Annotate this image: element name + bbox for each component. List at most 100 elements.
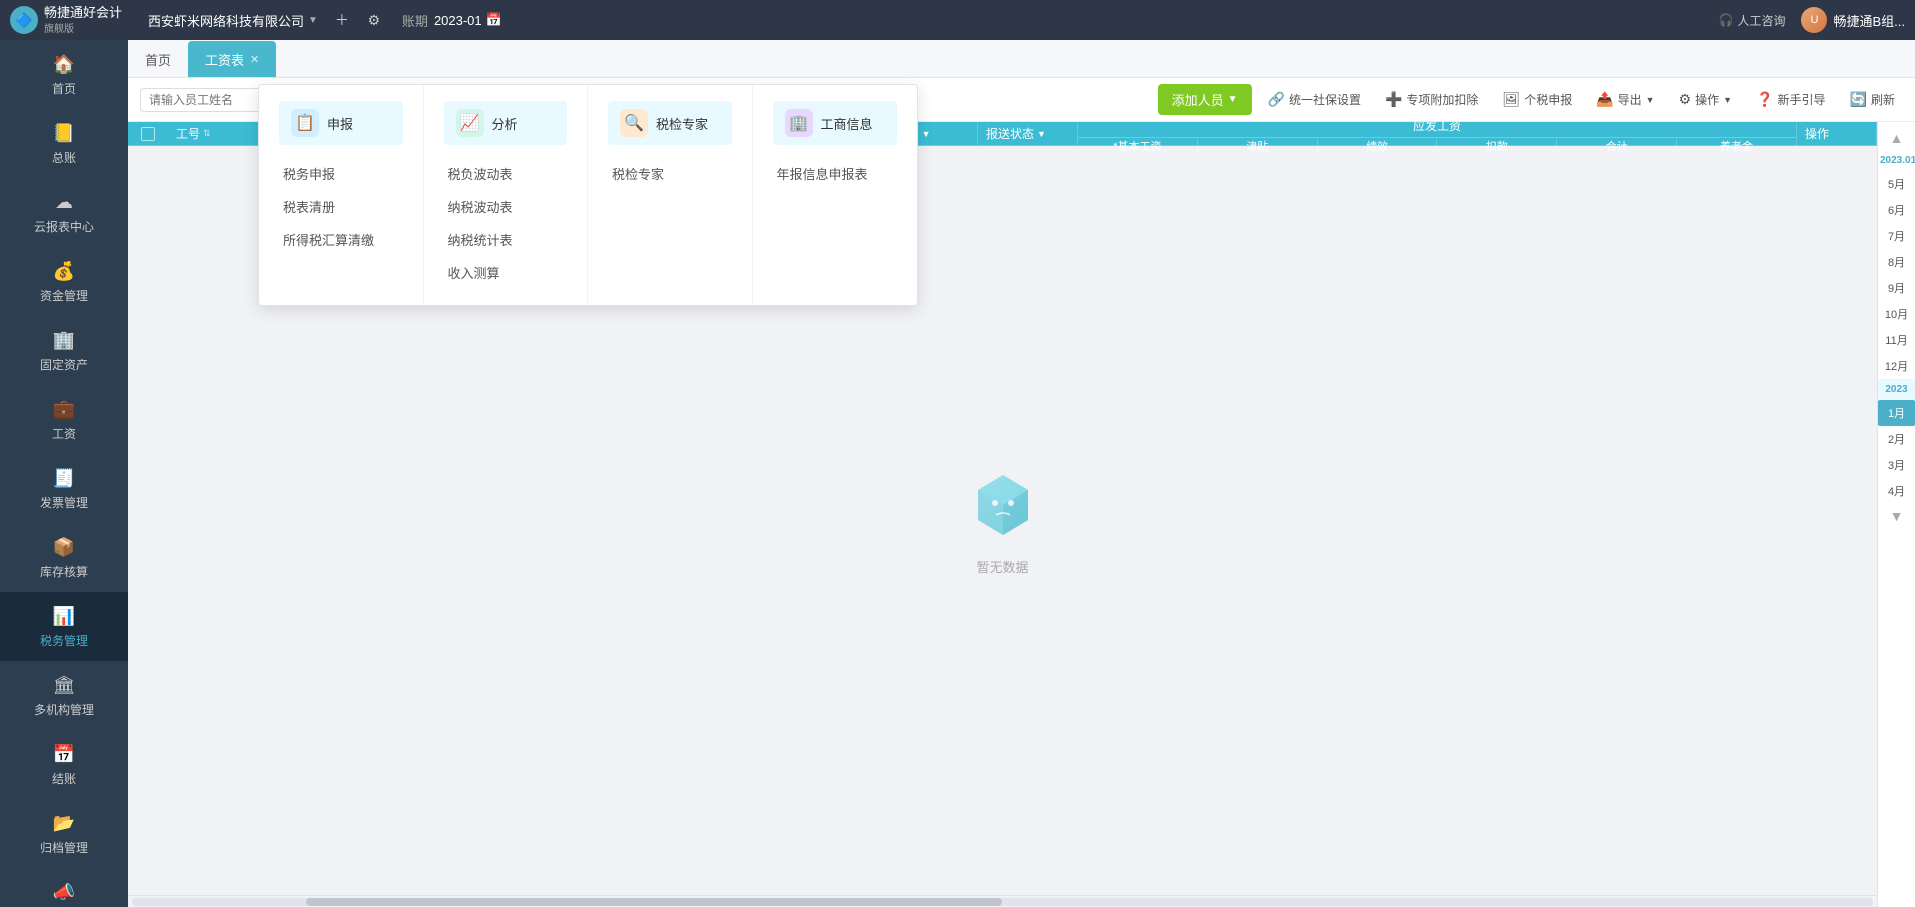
export-btn[interactable]: 📤 导出 ▼ (1588, 87, 1662, 112)
period-area: 账期 2023-01 📅 (402, 11, 502, 30)
popup-col-business: 🏢 工商信息 年报信息申报表 (753, 85, 918, 305)
month-item-10[interactable]: 10月 (1878, 301, 1915, 327)
sidebar-item-multi[interactable]: 🏛 多机构管理 (0, 661, 128, 730)
month-nav-down[interactable]: ▼ (1886, 504, 1908, 528)
tab-home[interactable]: 首页 (128, 41, 188, 77)
month-item-12[interactable]: 12月 (1878, 353, 1915, 379)
popup-item-tax-report[interactable]: 税务申报 (279, 157, 403, 190)
th-action: 操作 (1797, 122, 1877, 145)
home-icon: 🏠 (52, 52, 76, 76)
month-item-11[interactable]: 11月 (1878, 327, 1915, 353)
popup-item-tax-table[interactable]: 税表清册 (279, 190, 403, 223)
period-label: 账期 (402, 11, 428, 30)
expert-title: 税检专家 (656, 114, 708, 133)
sidebar-item-funds[interactable]: 💰 资金管理 (0, 247, 128, 316)
month-item-5[interactable]: 5月 (1878, 171, 1915, 197)
month-item-7[interactable]: 7月 (1878, 223, 1915, 249)
operation-dropdown-icon: ▼ (1723, 95, 1732, 105)
emp-no-sort[interactable]: ⇅ (203, 128, 211, 139)
tab-payroll[interactable]: 工资表 ✕ (188, 41, 276, 77)
operation-btn[interactable]: ⚙ 操作 ▼ (1671, 87, 1741, 112)
main-layout: 🏠 首页 📒 总账 ☁ 云报表中心 💰 资金管理 🏢 固定资产 💼 工资 🧾 发… (0, 40, 1915, 907)
month-item-3[interactable]: 3月 (1878, 452, 1915, 478)
popup-item-annual-report[interactable]: 年报信息申报表 (773, 157, 898, 190)
h-scrollbar[interactable] (128, 895, 1877, 907)
report-filter-icon[interactable]: ▼ (1037, 129, 1046, 139)
th-checkbox-cell (128, 127, 168, 141)
export-icon: 📤 (1596, 91, 1613, 108)
sidebar-item-ledger[interactable]: 📒 总账 (0, 109, 128, 178)
add-person-label: 添加人员 (1172, 90, 1224, 109)
popup-item-tax-wave[interactable]: 纳税波动表 (444, 190, 568, 223)
special-icon: ➕ (1385, 91, 1402, 108)
service-btn[interactable]: 🎧 人工咨询 (1719, 12, 1786, 29)
export-dropdown-icon: ▼ (1646, 95, 1655, 105)
sidebar-item-home[interactable]: 🏠 首页 (0, 40, 128, 109)
popup-item-tax-stats[interactable]: 纳税统计表 (444, 223, 568, 256)
calendar-icon[interactable]: 📅 (486, 12, 502, 28)
sidebar-item-salary[interactable]: 💼 工资 (0, 385, 128, 454)
guide-btn[interactable]: ❓ 新手引导 (1748, 87, 1833, 112)
th-emp-no-label: 工号 (176, 125, 200, 142)
sidebar-item-assets[interactable]: 🏢 固定资产 (0, 316, 128, 385)
refresh-btn[interactable]: 🔄 刷新 (1842, 87, 1903, 112)
sidebar-item-close[interactable]: 📅 结账 (0, 730, 128, 799)
status-filter-icon[interactable]: ▼ (922, 129, 931, 139)
header-actions: ＋ ⚙ (330, 8, 386, 32)
tax-label: 个税申报 (1524, 91, 1572, 108)
month-nav-up[interactable]: ▲ (1886, 126, 1908, 150)
popup-item-income-calc[interactable]: 收入测算 (444, 256, 568, 289)
popup-item-income-settle[interactable]: 所得税汇算清缴 (279, 223, 403, 256)
business-title: 工商信息 (821, 114, 873, 133)
sidebar-item-cloud[interactable]: ☁ 云报表中心 (0, 178, 128, 247)
promo-icon: 📣 (52, 880, 76, 904)
social-insurance-btn[interactable]: 🔗 统一社保设置 (1260, 87, 1369, 112)
refresh-icon: 🔄 (1850, 91, 1867, 108)
sidebar-label-home: 首页 (52, 80, 76, 97)
declaration-icon: 📋 (291, 109, 319, 137)
popup-grid: 📋 申报 税务申报 税表清册 所得税汇算清缴 📈 分析 税负波动表 纳税波动表 … (259, 85, 917, 305)
tax-icon: 📊 (52, 604, 76, 628)
month-item-2[interactable]: 2月 (1878, 426, 1915, 452)
month-item-9[interactable]: 9月 (1878, 275, 1915, 301)
add-dropdown-arrow: ▼ (1228, 94, 1238, 105)
add-person-button[interactable]: 添加人员 ▼ (1158, 84, 1252, 115)
settings-icon[interactable]: ⚙ (362, 8, 386, 32)
popup-section-analysis-header: 📈 分析 (444, 101, 568, 145)
popup-item-tax-burden[interactable]: 税负波动表 (444, 157, 568, 190)
company-selector[interactable]: 西安虾米网络科技有限公司 ▼ (148, 11, 318, 30)
tab-close-icon[interactable]: ✕ (250, 53, 259, 66)
th-emp-no: 工号 ⇅ (168, 122, 268, 145)
operation-icon: ⚙ (1679, 91, 1692, 108)
sidebar-label-assets: 固定资产 (40, 356, 88, 373)
logo-area: 🔷 畅捷通好会计 旗舰版 (10, 5, 138, 36)
multi-icon: 🏛 (52, 673, 76, 697)
add-company-icon[interactable]: ＋ (330, 8, 354, 32)
special-deduct-btn[interactable]: ➕ 专项附加扣除 (1377, 87, 1486, 112)
logo-text-wrap: 畅捷通好会计 旗舰版 (44, 5, 122, 36)
user-name: 畅捷通B组... (1833, 11, 1905, 30)
select-all-checkbox[interactable] (141, 127, 155, 141)
month-item-6[interactable]: 6月 (1878, 197, 1915, 223)
user-area[interactable]: U 畅捷通B组... (1801, 7, 1905, 33)
headset-icon: 🎧 (1719, 13, 1734, 27)
sidebar-label-invoice: 发票管理 (40, 494, 88, 511)
th-report-label: 报送状态 (986, 125, 1034, 142)
archive-icon: 📂 (52, 811, 76, 835)
popup-col-analysis: 📈 分析 税负波动表 纳税波动表 纳税统计表 收入测算 (424, 85, 589, 305)
social-icon: 🔗 (1268, 91, 1285, 108)
month-item-4[interactable]: 4月 (1878, 478, 1915, 504)
analysis-icon: 📈 (456, 109, 484, 137)
sidebar-item-archive[interactable]: 📂 归档管理 (0, 799, 128, 868)
tax-report-btn[interactable]: 🖼 个税申报 (1494, 87, 1580, 112)
month-item-8[interactable]: 8月 (1878, 249, 1915, 275)
social-label: 统一社保设置 (1289, 91, 1361, 108)
sidebar-item-tax[interactable]: 📊 税务管理 (0, 592, 128, 661)
month-item-1[interactable]: 1月 (1878, 400, 1915, 426)
popup-item-tax-expert[interactable]: 税检专家 (608, 157, 732, 190)
sidebar-item-promo[interactable]: 📣 小畅报销 (0, 868, 128, 907)
sidebar-item-inventory[interactable]: 📦 库存核算 (0, 523, 128, 592)
month-panel: ▲ 2023.01 5月 6月 7月 8月 9月 10月 11月 12月 202… (1877, 122, 1915, 907)
close-period-icon: 📅 (52, 742, 76, 766)
sidebar-item-invoice[interactable]: 🧾 发票管理 (0, 454, 128, 523)
